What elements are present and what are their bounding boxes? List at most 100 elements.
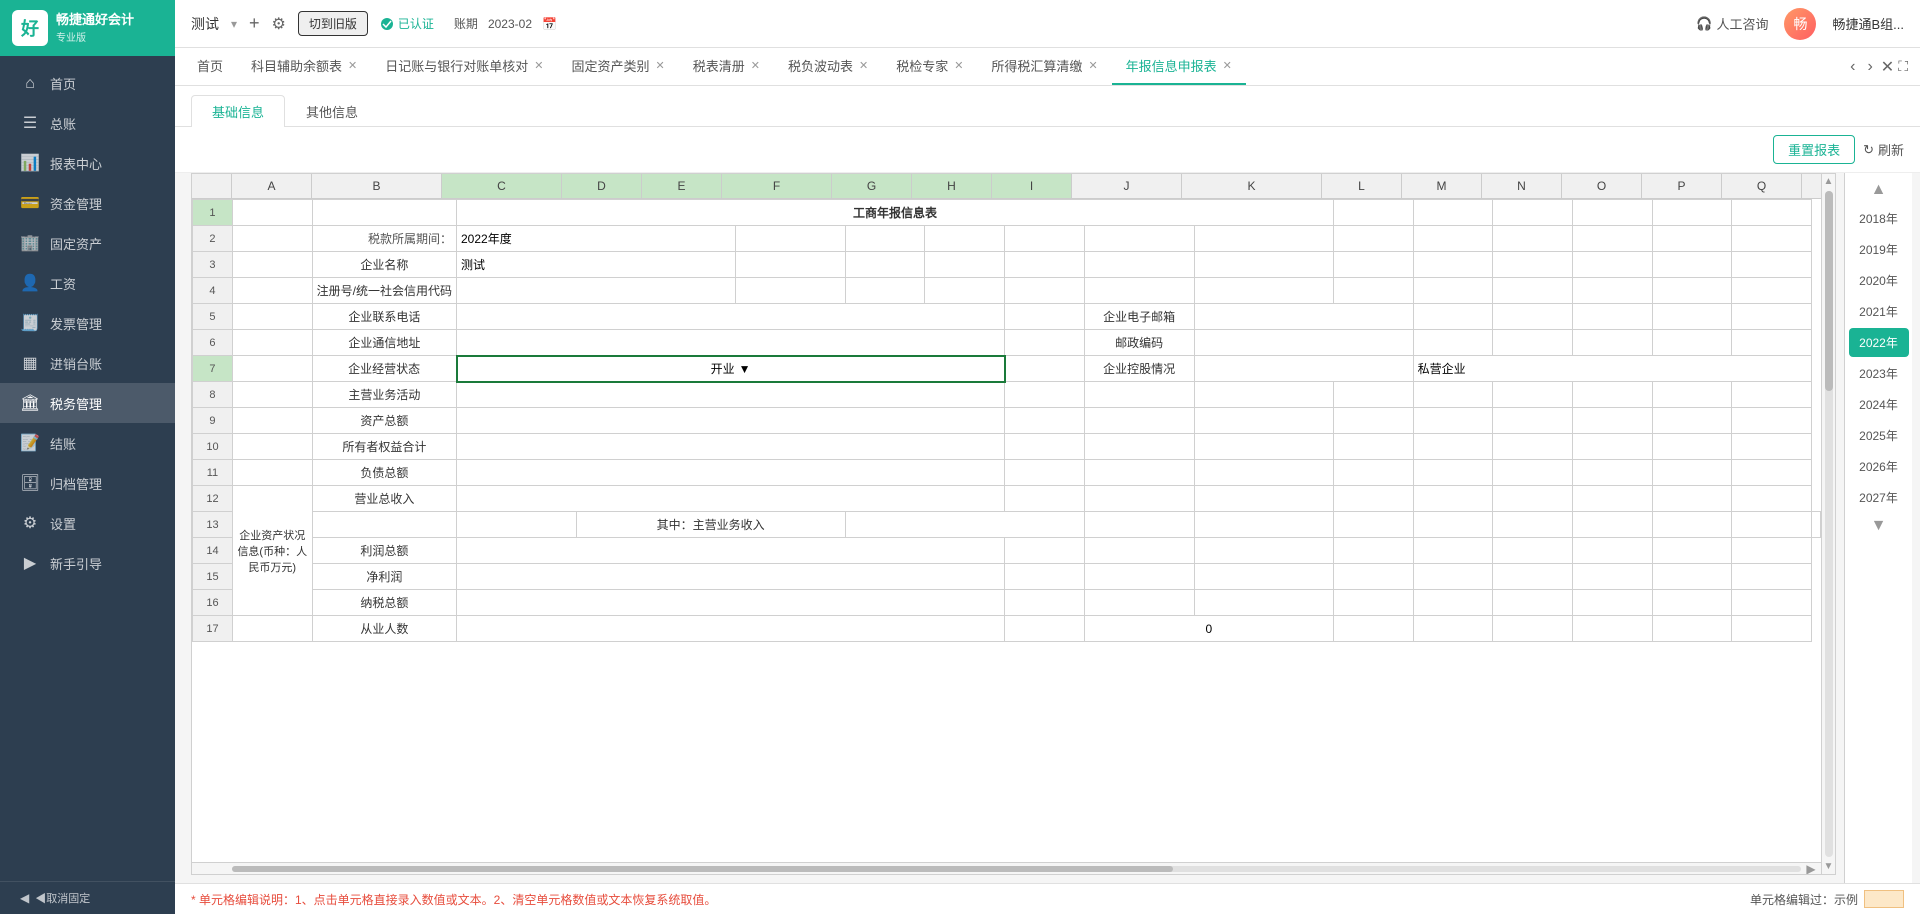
cell-4N[interactable] [1493,278,1573,304]
sidebar-item-report[interactable]: 📊 报表中心 [0,143,175,183]
cell-6K[interactable] [1194,330,1413,356]
cell-11I[interactable] [1005,460,1085,486]
cell-9I[interactable] [1005,408,1085,434]
sidebar-item-asset[interactable]: 🏢 固定资产 [0,223,175,263]
sidebar-item-fund[interactable]: 💳 资金管理 [0,183,175,223]
cell-13B[interactable] [312,512,456,538]
service-button[interactable]: 🎧 人工咨询 [1696,14,1768,33]
cell-2J[interactable] [1084,226,1194,252]
cell-15J[interactable] [1084,564,1194,590]
cell-1C-title[interactable]: 工商年报信息表 [457,200,1334,226]
cell-5K[interactable] [1194,304,1413,330]
cell-11L[interactable] [1333,460,1413,486]
year-item-2020[interactable]: 2020年 [1849,266,1909,295]
cell-10N[interactable] [1493,434,1573,460]
cell-4O[interactable] [1572,278,1652,304]
sidebar-item-settings[interactable]: ⚙ 设置 [0,503,175,543]
cell-2P[interactable] [1652,226,1732,252]
cell-8P[interactable] [1652,382,1732,408]
cell-17P[interactable] [1652,616,1732,642]
cell-2N[interactable] [1493,226,1573,252]
cell-1M[interactable] [1413,200,1493,226]
year-item-2018[interactable]: 2018年 [1849,204,1909,233]
cell-10J[interactable] [1084,434,1194,460]
tab-annual[interactable]: 年报信息申报表 ✕ [1112,48,1246,85]
sidebar-item-inventory[interactable]: ▦ 进销台账 [0,343,175,383]
cell-8J[interactable] [1084,382,1194,408]
cell-9Q[interactable] [1732,408,1812,434]
cell-4P[interactable] [1652,278,1732,304]
subtab-basic[interactable]: 基础信息 [191,95,285,127]
cell-15Q[interactable] [1732,564,1812,590]
sidebar-pin-toggle[interactable]: ◀ ◀取消固定 [0,881,175,914]
tab-home[interactable]: 首页 [183,48,237,85]
cell-15K[interactable] [1194,564,1333,590]
cell-11C[interactable] [457,460,1005,486]
cell-9M[interactable] [1413,408,1493,434]
cell-14I[interactable] [1005,538,1085,564]
tab-taxwave[interactable]: 税负波动表 ✕ [774,48,882,85]
cell-17C[interactable] [457,616,1005,642]
cell-17J[interactable]: 0 [1084,616,1333,642]
tab-income[interactable]: 所得税汇算清缴 ✕ [977,48,1111,85]
cell-6C[interactable] [457,330,1005,356]
cell-14O[interactable] [1572,538,1652,564]
cell-13L[interactable] [1413,512,1493,538]
cell-13N[interactable] [1572,512,1652,538]
tab-close-aux[interactable]: ✕ [348,59,357,72]
cell-4Q[interactable] [1732,278,1812,304]
cell-2H[interactable] [925,226,1005,252]
tab-close-fixed[interactable]: ✕ [656,59,665,72]
cell-5I[interactable] [1005,304,1085,330]
cell-10A[interactable] [232,434,312,460]
cell-2Q[interactable] [1732,226,1812,252]
year-item-2027[interactable]: 2027年 [1849,483,1909,512]
cell-4A[interactable] [232,278,312,304]
year-item-2022[interactable]: 2022年 [1849,328,1909,357]
cell-16Q[interactable] [1732,590,1812,616]
cell-2C[interactable]: 2022年度 [457,226,736,252]
cell-4H[interactable] [925,278,1005,304]
cell-12J[interactable] [1084,486,1194,512]
cell-10C[interactable] [457,434,1005,460]
cell-10O[interactable] [1572,434,1652,460]
tab-expand-button[interactable]: ⛶ [1898,58,1908,75]
year-item-2024[interactable]: 2024年 [1849,390,1909,419]
cell-13P[interactable] [1732,512,1812,538]
tab-fixed[interactable]: 固定资产类别 ✕ [557,48,678,85]
cell-6M[interactable] [1413,330,1493,356]
cell-3I[interactable] [1005,252,1085,278]
cell-2A[interactable] [232,226,312,252]
cell-12N[interactable] [1493,486,1573,512]
cell-17M[interactable] [1413,616,1493,642]
cell-15N[interactable] [1493,564,1573,590]
tab-close-journal[interactable]: ✕ [534,59,543,72]
tab-next-button[interactable]: › [1863,54,1876,80]
cell-9K[interactable] [1194,408,1333,434]
year-down-button[interactable]: ▼ [1845,513,1912,539]
cell-17N[interactable] [1493,616,1573,642]
cell-11Q[interactable] [1732,460,1812,486]
cell-3O[interactable] [1572,252,1652,278]
cell-14Q[interactable] [1732,538,1812,564]
sidebar-item-tax[interactable]: 🏛 税务管理 [0,383,175,423]
cell-16C[interactable] [457,590,1005,616]
cell-12L[interactable] [1333,486,1413,512]
scroll-down-button[interactable]: ▼ [1822,859,1836,874]
tab-close-income[interactable]: ✕ [1088,59,1097,72]
cell-16K[interactable] [1194,590,1333,616]
cell-6Q[interactable] [1732,330,1812,356]
cell-4I[interactable] [1005,278,1085,304]
cell-3M[interactable] [1413,252,1493,278]
cell-5Q[interactable] [1732,304,1812,330]
company-dropdown-icon[interactable]: ▾ [231,17,237,31]
cell-7C-dropdown[interactable]: 开业 ▼ [457,356,1005,382]
cell-11A[interactable] [232,460,312,486]
cell-6A[interactable] [232,330,312,356]
cell-7L[interactable]: 私营企业 [1413,356,1811,382]
cell-13Q[interactable] [1812,512,1821,538]
cell-12C[interactable] [457,486,1005,512]
calendar-icon[interactable]: 📅 [542,17,557,31]
scroll-up-button[interactable]: ▲ [1822,174,1836,189]
cell-4J[interactable] [1084,278,1194,304]
